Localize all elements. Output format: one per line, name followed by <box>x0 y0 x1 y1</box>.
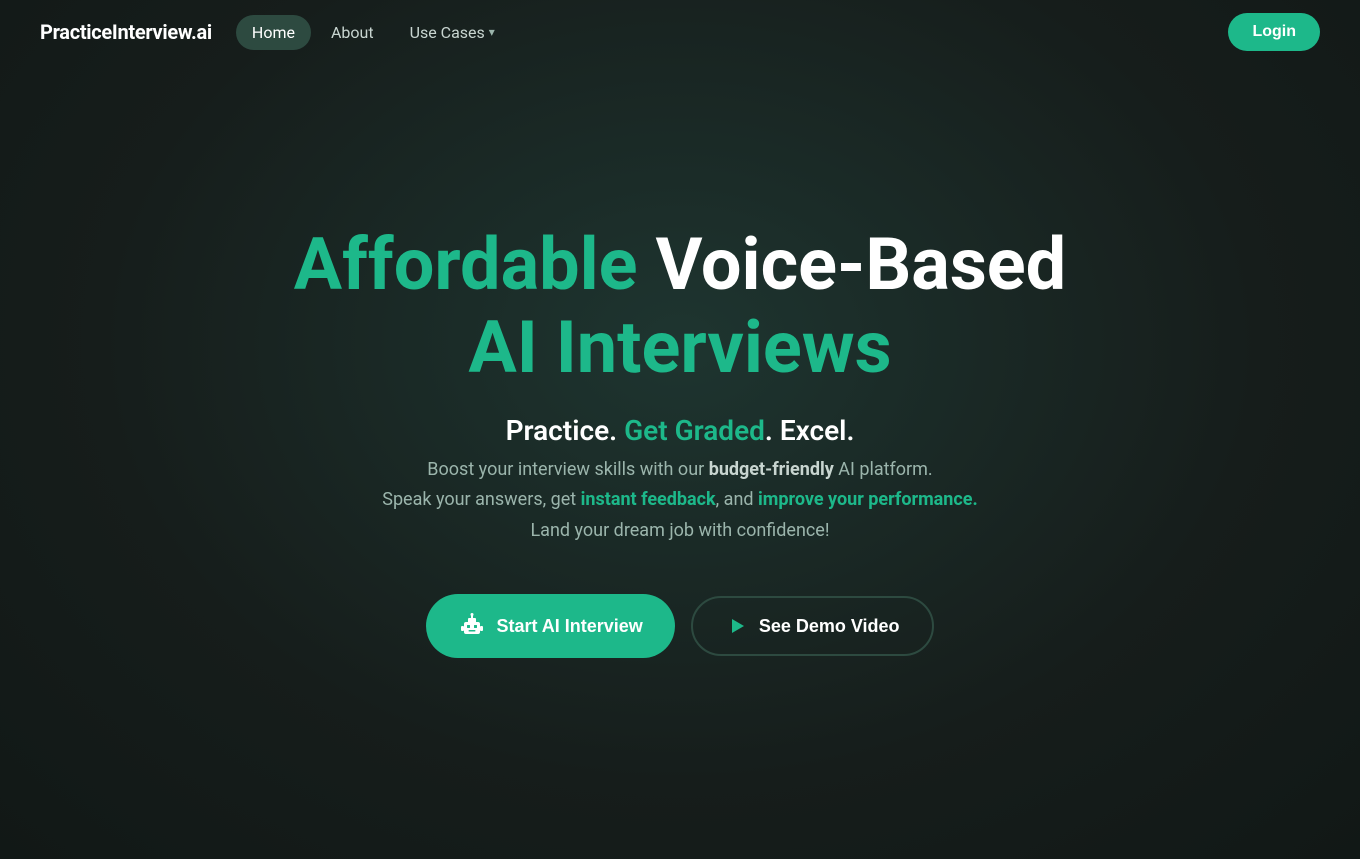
start-ai-interview-button[interactable]: Start AI Interview <box>426 594 674 658</box>
nav-use-cases[interactable]: Use Cases ▾ <box>394 15 511 50</box>
navbar: PracticeInterview.ai Home About Use Case… <box>0 0 1360 64</box>
chevron-down-icon: ▾ <box>489 25 495 39</box>
nav-links: Home About Use Cases ▾ <box>236 15 511 50</box>
nav-about[interactable]: About <box>315 15 390 50</box>
nav-left: PracticeInterview.ai Home About Use Case… <box>40 15 511 50</box>
start-ai-interview-label: Start AI Interview <box>496 616 642 637</box>
hero-buttons: Start AI Interview See Demo Video <box>426 594 933 658</box>
nav-use-cases-label: Use Cases <box>410 23 485 42</box>
nav-home[interactable]: Home <box>236 15 311 50</box>
nav-right: Login <box>1228 13 1320 51</box>
robot-icon <box>458 612 486 640</box>
login-button[interactable]: Login <box>1228 13 1320 51</box>
hero-subtitle: Practice. Get Graded. Excel. <box>506 414 855 447</box>
brand-logo: PracticeInterview.ai <box>40 20 212 44</box>
play-icon <box>725 614 749 638</box>
see-demo-video-button[interactable]: See Demo Video <box>691 596 934 656</box>
hero-section: Affordable Voice-BasedAI Interviews Prac… <box>0 64 1360 658</box>
hero-title: Affordable Voice-BasedAI Interviews <box>294 224 1066 390</box>
hero-description: Boost your interview skills with our bud… <box>382 455 977 547</box>
see-demo-video-label: See Demo Video <box>759 616 900 637</box>
